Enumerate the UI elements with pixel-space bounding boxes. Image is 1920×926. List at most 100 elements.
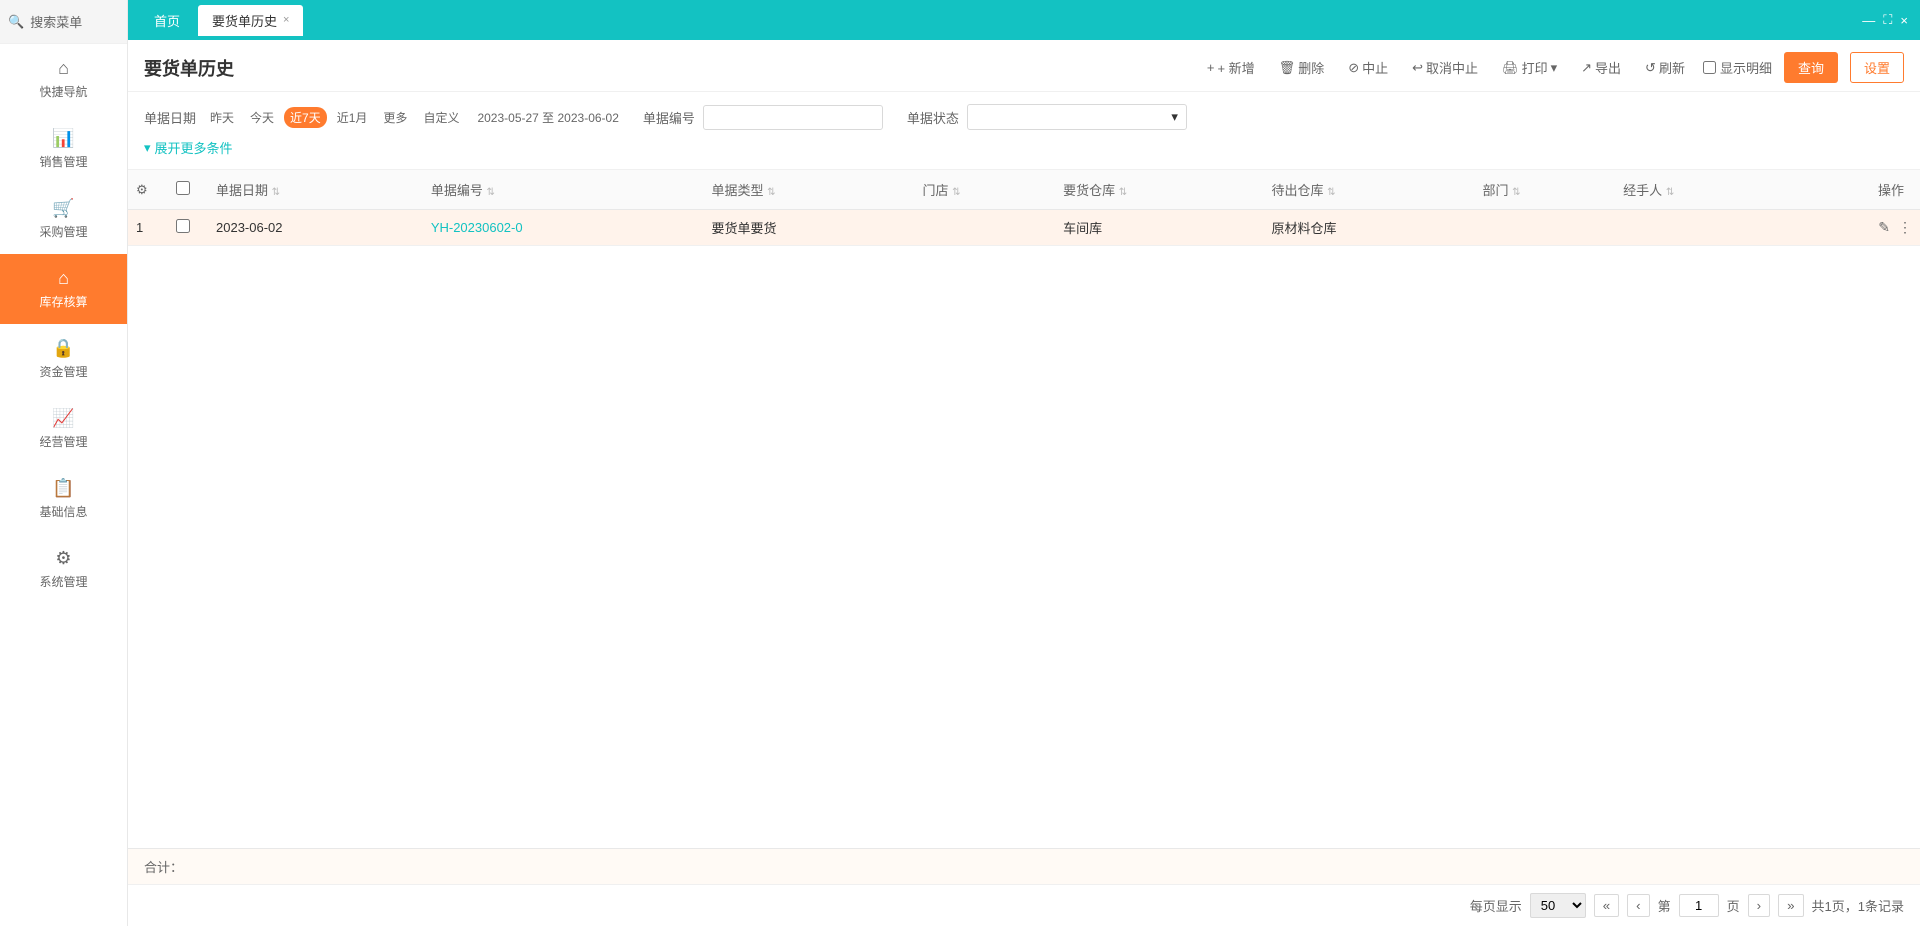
edit-icon[interactable]: ✎ [1878,219,1890,236]
sidebar-item-system[interactable]: ⚙ 系统管理 [0,534,127,604]
tab-history[interactable]: 要货单历史 × [198,5,303,36]
shortcut-today[interactable]: 今天 [244,107,280,128]
date-filter-label: 单据日期 [144,108,196,127]
tab-home[interactable]: 首页 [140,5,194,36]
export-label: 导出 [1595,58,1621,77]
window-close-btn[interactable]: × [1900,13,1908,28]
print-dropdown-icon: ▾ [1551,60,1558,76]
sort-number-icon[interactable]: ⇅ [486,187,494,198]
sort-type-icon[interactable]: ⇅ [767,187,775,198]
page-number-input[interactable] [1679,894,1719,917]
filter-area: 单据日期 昨天 今天 近7天 近1月 更多 自定义 2023-05-27 至 2… [128,92,1920,170]
table-container: ⚙ 单据日期 ⇅ 单据编号 ⇅ [128,170,1920,848]
export-button[interactable]: ↗ 导出 [1575,54,1627,81]
sidebar-search[interactable]: 🔍 搜索菜单 [0,0,127,44]
display-detail-checkbox[interactable]: 显示明细 [1703,58,1772,77]
cell-type: 要货单要货 [704,210,915,246]
tab-home-label: 首页 [154,11,180,30]
cell-pending-warehouse: 原材料仓库 [1264,210,1475,246]
next-page-btn[interactable]: › [1748,894,1770,917]
cancel-stop-label: 取消中止 [1426,58,1478,77]
doc-number-input[interactable] [703,105,883,130]
cell-action: ✎ ⋮ [1790,210,1920,246]
print-icon: 🖨 [1502,60,1519,76]
sales-icon: 📊 [52,128,74,149]
col-handler: 经手人 ⇅ [1615,170,1790,210]
sidebar-item-label: 库存核算 [39,293,87,310]
col-department: 部门 ⇅ [1474,170,1615,210]
cell-index: 1 [128,210,168,246]
cell-checkbox [168,210,208,246]
row-checkbox[interactable] [176,219,190,233]
cell-date: 2023-06-02 [208,210,423,246]
sort-pending-warehouse-icon[interactable]: ⇅ [1327,187,1335,198]
sidebar-item-sales[interactable]: 📊 销售管理 [0,114,127,184]
more-icon[interactable]: ⋮ [1898,219,1912,236]
sidebar: 🔍 搜索菜单 ⌂ 快捷导航 📊 销售管理 🛒 采购管理 ⌂ 库存核算 🔒 资金管… [0,0,128,926]
col-pending-warehouse-label: 待出仓库 [1272,183,1324,198]
refresh-icon: ↺ [1645,60,1656,76]
tab-close-icon[interactable]: × [283,14,289,26]
refresh-button[interactable]: ↺ 刷新 [1639,54,1691,81]
sidebar-search-label: 搜索菜单 [30,12,82,31]
doc-number-link[interactable]: YH-20230602-0 [431,220,523,235]
data-table: ⚙ 单据日期 ⇅ 单据编号 ⇅ [128,170,1920,246]
table-body: 1 2023-06-02 YH-20230602-0 要货单要货 车间库 原材料… [128,210,1920,246]
query-button[interactable]: 查询 [1784,52,1838,83]
col-number: 单据编号 ⇅ [423,170,704,210]
shortcut-custom[interactable]: 自定义 [417,107,465,128]
doc-status-select[interactable]: ▾ [967,104,1187,130]
page-title: 要货单历史 [144,55,234,81]
last-page-btn[interactable]: » [1778,894,1803,917]
col-number-label: 单据编号 [431,183,483,198]
print-button[interactable]: 🖨 打印 ▾ [1496,54,1563,81]
per-page-label: 每页显示 [1470,896,1522,915]
window-minimize-btn[interactable]: — [1862,13,1875,28]
sort-handler-icon[interactable]: ⇅ [1666,187,1674,198]
settings-col-icon[interactable]: ⚙ [136,182,148,197]
export-icon: ↗ [1581,60,1592,76]
stop-button[interactable]: ⊘ 中止 [1342,54,1394,81]
display-detail-input[interactable] [1703,61,1716,74]
sidebar-item-label: 基础信息 [39,503,87,520]
sort-department-icon[interactable]: ⇅ [1512,187,1520,198]
shortcut-yesterday[interactable]: 昨天 [204,107,240,128]
finance-icon: 🔒 [52,338,74,359]
window-maximize-btn[interactable]: ⛶ [1883,12,1892,28]
per-page-select[interactable]: 50 10 20 100 [1530,893,1586,918]
basic-icon: 📋 [52,478,74,499]
first-page-btn[interactable]: « [1594,894,1619,917]
stop-label: 中止 [1362,58,1388,77]
shortcut-1month[interactable]: 近1月 [331,107,374,128]
pagination: 每页显示 50 10 20 100 « ‹ 第 页 › » 共1页，1条记录 [128,884,1920,926]
sidebar-item-finance[interactable]: 🔒 资金管理 [0,324,127,394]
sidebar-item-label: 资金管理 [39,363,87,380]
sort-req-warehouse-icon[interactable]: ⇅ [1119,187,1127,198]
col-type-label: 单据类型 [712,183,764,198]
col-store: 门店 ⇅ [914,170,1055,210]
sidebar-item-basic[interactable]: 📋 基础信息 [0,464,127,534]
settings-button[interactable]: 设置 [1850,52,1904,83]
sort-store-icon[interactable]: ⇅ [952,187,960,198]
sidebar-item-purchase[interactable]: 🛒 采购管理 [0,184,127,254]
operations-icon: 📈 [52,408,74,429]
new-button[interactable]: + + 新增 [1201,54,1261,81]
shortcut-more[interactable]: 更多 [377,107,413,128]
sort-date-icon[interactable]: ⇅ [272,187,280,198]
cancel-stop-button[interactable]: ↩ 取消中止 [1406,54,1484,81]
col-pending-warehouse: 待出仓库 ⇅ [1264,170,1475,210]
cell-req-warehouse: 车间库 [1055,210,1263,246]
select-all-checkbox[interactable] [176,181,190,195]
col-store-label: 门店 [922,183,948,198]
cell-handler [1615,210,1790,246]
col-date: 单据日期 ⇅ [208,170,423,210]
sidebar-item-quick-nav[interactable]: ⌂ 快捷导航 [0,44,127,114]
shortcut-7days[interactable]: 近7天 [284,107,327,128]
prev-page-btn[interactable]: ‹ [1627,894,1649,917]
delete-button[interactable]: 🗑 删除 [1273,54,1331,81]
expand-more-conditions[interactable]: ▾ 展开更多条件 [144,138,1904,157]
sidebar-item-operations[interactable]: 📈 经营管理 [0,394,127,464]
sidebar-item-inventory[interactable]: ⌂ 库存核算 [0,254,127,324]
page-suffix-label: 页 [1727,896,1740,915]
col-req-warehouse-label: 要货仓库 [1063,183,1115,198]
